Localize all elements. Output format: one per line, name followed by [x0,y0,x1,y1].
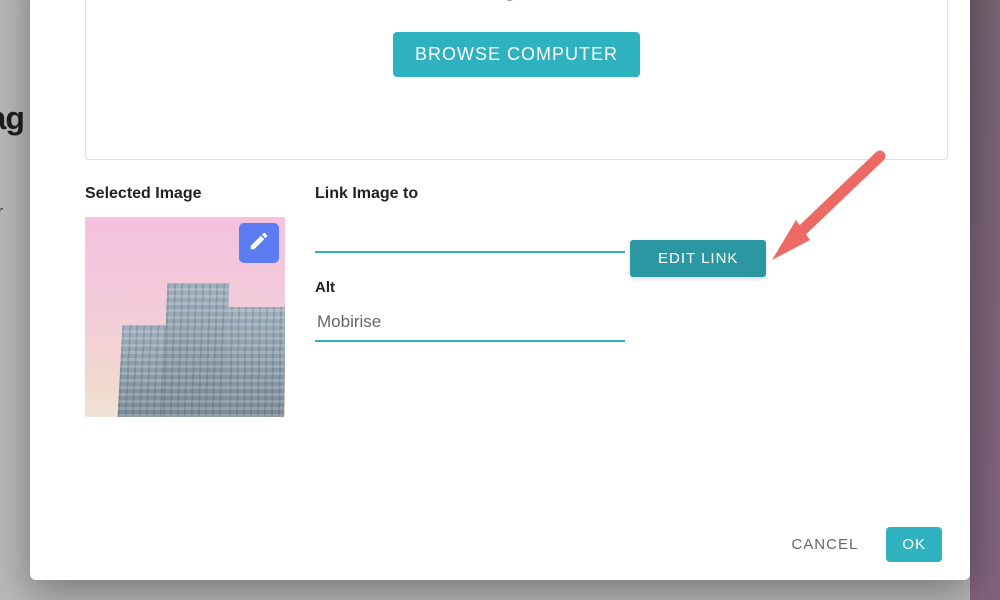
cancel-button[interactable]: CANCEL [781,528,868,561]
edit-image-button[interactable] [239,223,279,263]
alt-label: Alt [315,279,815,296]
image-form: Selected Image Link Image to [85,185,948,510]
thumbnail-artwork [85,277,285,417]
link-image-input[interactable] [315,217,625,253]
alt-text-input[interactable] [315,306,625,342]
selected-image-label: Selected Image [85,185,285,203]
pencil-icon [248,230,270,257]
upload-or-text: or [86,0,947,10]
browse-computer-button[interactable]: BROWSE COMPUTER [393,32,640,77]
image-editor-modal: or BROWSE COMPUTER Selected Image [30,0,970,580]
selected-image-thumbnail[interactable] [85,217,285,417]
modal-footer: CANCEL OK [781,527,942,562]
link-image-to-label: Link Image to [315,185,815,203]
ok-button[interactable]: OK [886,527,942,562]
upload-dropzone[interactable]: or BROWSE COMPUTER [85,0,948,160]
edit-link-button[interactable]: EDIT LINK [630,240,766,277]
